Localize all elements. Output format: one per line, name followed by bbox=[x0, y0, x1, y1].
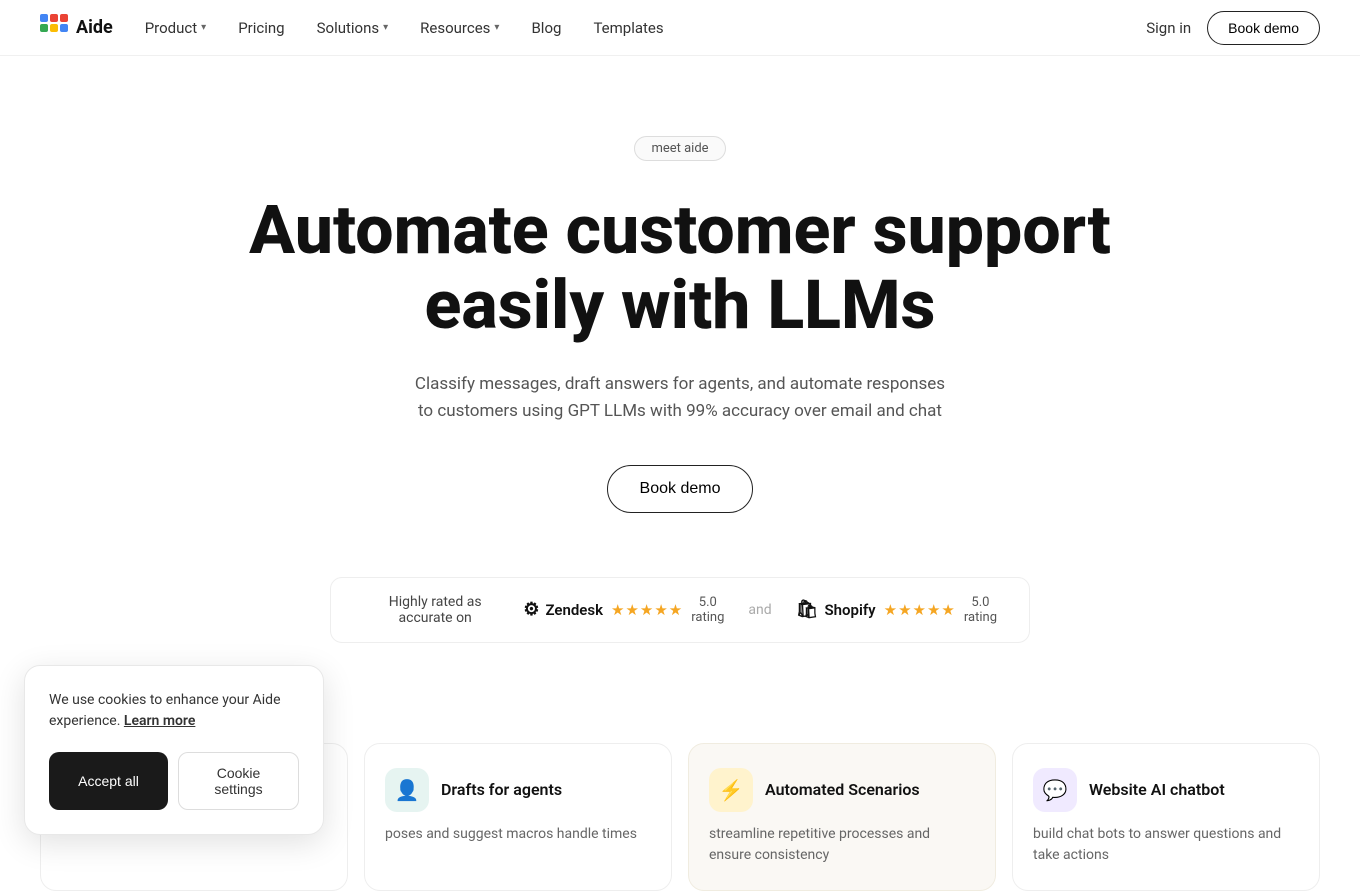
ratings-bar: Highly rated as accurate on ⚙ Zendesk ★★… bbox=[330, 577, 1030, 643]
book-demo-hero-button[interactable]: Book demo bbox=[607, 465, 754, 513]
chevron-down-icon: ▾ bbox=[383, 22, 388, 33]
nav-right: Sign in Book demo bbox=[1146, 11, 1320, 45]
shopify-stars: ★★★★★ bbox=[884, 601, 956, 619]
hero-section: meet aide Automate customer support easi… bbox=[0, 56, 1360, 703]
feature-card-automated[interactable]: ⚡ Automated Scenarios streamline repetit… bbox=[688, 743, 996, 891]
chevron-down-icon: ▾ bbox=[494, 22, 499, 33]
feature-card-drafts[interactable]: 👤 Drafts for agents poses and suggest ma… bbox=[364, 743, 672, 891]
automated-icon: ⚡ bbox=[709, 768, 753, 812]
ratings-and: and bbox=[748, 602, 771, 618]
feature-title-drafts: Drafts for agents bbox=[441, 780, 562, 799]
logo[interactable]: Aide bbox=[40, 14, 113, 42]
feature-card-chatbot[interactable]: 💬 Website AI chatbot build chat bots to … bbox=[1012, 743, 1320, 891]
feature-desc-chatbot: build chat bots to answer questions and … bbox=[1033, 824, 1299, 866]
cookie-banner: We use cookies to enhance your Aide expe… bbox=[24, 665, 324, 835]
book-demo-nav-button[interactable]: Book demo bbox=[1207, 11, 1320, 45]
chevron-down-icon: ▾ bbox=[201, 22, 206, 33]
meet-badge: meet aide bbox=[634, 136, 725, 161]
ratings-prefix: Highly rated as accurate on bbox=[363, 594, 507, 626]
cookie-settings-button[interactable]: Cookie settings bbox=[178, 752, 299, 810]
nav-item-solutions[interactable]: Solutions ▾ bbox=[317, 19, 389, 37]
nav-item-templates[interactable]: Templates bbox=[593, 19, 663, 37]
logo-icon bbox=[40, 14, 68, 42]
zendesk-stars: ★★★★★ bbox=[611, 601, 683, 619]
feature-desc-automated: streamline repetitive processes and ensu… bbox=[709, 824, 975, 866]
nav-item-blog[interactable]: Blog bbox=[531, 19, 561, 37]
shopify-logo: 🛍 Shopify bbox=[796, 599, 876, 620]
zendesk-rating: ⚙ Zendesk ★★★★★ 5.0 rating bbox=[523, 595, 724, 625]
zendesk-rating-num: 5.0 rating bbox=[691, 595, 724, 625]
zendesk-logo: ⚙ Zendesk bbox=[523, 599, 603, 620]
feature-title-automated: Automated Scenarios bbox=[765, 780, 920, 799]
nav-item-pricing[interactable]: Pricing bbox=[238, 19, 284, 37]
logo-text: Aide bbox=[76, 17, 113, 38]
feature-title-chatbot: Website AI chatbot bbox=[1089, 780, 1225, 799]
chatbot-icon: 💬 bbox=[1033, 768, 1077, 812]
learn-more-link[interactable]: Learn more bbox=[124, 713, 195, 729]
sign-in-link[interactable]: Sign in bbox=[1146, 19, 1191, 37]
zendesk-icon: ⚙ bbox=[523, 599, 539, 620]
cookie-buttons: Accept all Cookie settings bbox=[49, 752, 299, 810]
drafts-icon: 👤 bbox=[385, 768, 429, 812]
hero-subtitle: Classify messages, draft answers for age… bbox=[380, 371, 980, 425]
nav-item-product[interactable]: Product ▾ bbox=[145, 19, 206, 37]
navbar: Aide Product ▾ Pricing Solutions ▾ Resou… bbox=[0, 0, 1360, 56]
feature-desc-drafts: poses and suggest macros handle times bbox=[385, 824, 651, 845]
accept-all-button[interactable]: Accept all bbox=[49, 752, 168, 810]
shopify-icon: 🛍 bbox=[796, 599, 819, 620]
shopify-rating: 🛍 Shopify ★★★★★ 5.0 rating bbox=[796, 595, 997, 625]
hero-title: Automate customer support easily with LL… bbox=[230, 193, 1130, 343]
nav-left: Aide Product ▾ Pricing Solutions ▾ Resou… bbox=[40, 14, 664, 42]
shopify-rating-num: 5.0 rating bbox=[964, 595, 997, 625]
cookie-text: We use cookies to enhance your Aide expe… bbox=[49, 690, 299, 732]
nav-item-resources[interactable]: Resources ▾ bbox=[420, 19, 499, 37]
